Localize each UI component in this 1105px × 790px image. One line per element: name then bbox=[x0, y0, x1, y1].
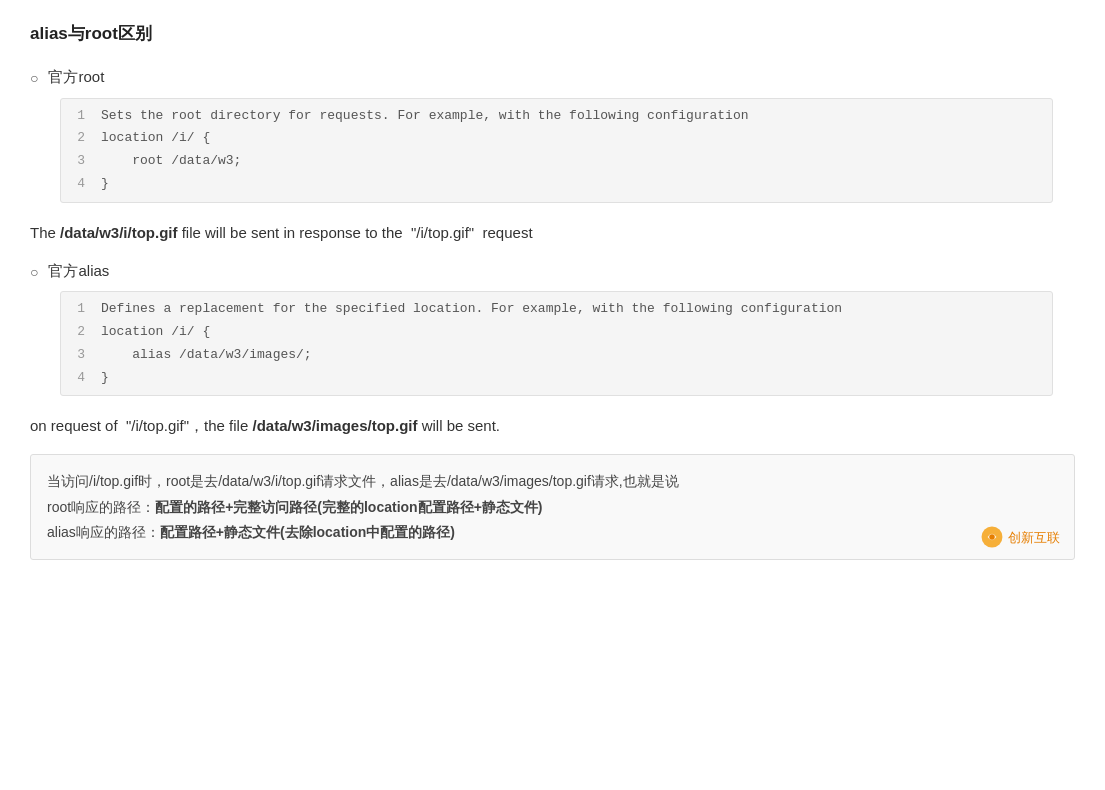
note-line2-bold: 配置的路径+完整访问路径(完整的location配置路径+静态文件) bbox=[155, 499, 542, 515]
alias-line-code-2: location /i/ { bbox=[101, 322, 210, 343]
section-root: ○ 官方root 1 Sets the root directory for r… bbox=[30, 65, 1075, 203]
note-line-1: 当访问/i/top.gif时，root是去/data/w3/i/top.gif请… bbox=[47, 469, 1058, 494]
line-code-4: } bbox=[101, 174, 109, 195]
note-box: 当访问/i/top.gif时，root是去/data/w3/i/top.gif请… bbox=[30, 454, 1075, 560]
watermark-icon bbox=[981, 526, 1003, 548]
alias-label: 官方alias bbox=[48, 259, 109, 283]
line-num-4: 4 bbox=[61, 174, 101, 195]
code-block-alias: 1 Defines a replacement for the specifie… bbox=[60, 291, 1053, 396]
alias-code-line-2: 2 location /i/ { bbox=[61, 321, 1052, 344]
list-item-alias: ○ 官方alias bbox=[30, 259, 1075, 283]
note-line2-prefix: root响应的路径： bbox=[47, 499, 155, 515]
code-line-2: 2 location /i/ { bbox=[61, 127, 1052, 150]
alias-line-num-4: 4 bbox=[61, 368, 101, 389]
bullet-root: ○ bbox=[30, 67, 38, 89]
alias-line-num-1: 1 bbox=[61, 299, 101, 320]
watermark: 创新互联 bbox=[981, 526, 1060, 549]
alias-line-code-3: alias /data/w3/images/; bbox=[101, 345, 312, 366]
line-num-1: 1 bbox=[61, 106, 101, 127]
path-bold-1: /data/w3/i/top.gif bbox=[60, 224, 178, 241]
alias-line-code-1: Defines a replacement for the specified … bbox=[101, 299, 842, 320]
svg-point-1 bbox=[989, 534, 995, 540]
list-item-root: ○ 官方root bbox=[30, 65, 1075, 89]
alias-code-line-3: 3 alias /data/w3/images/; bbox=[61, 344, 1052, 367]
alias-line-num-3: 3 bbox=[61, 345, 101, 366]
path-bold-2: /data/w3/images/top.gif bbox=[252, 417, 417, 434]
line-num-3: 3 bbox=[61, 151, 101, 172]
bullet-alias: ○ bbox=[30, 261, 38, 283]
code-block-root: 1 Sets the root directory for requests. … bbox=[60, 98, 1053, 203]
root-label: 官方root bbox=[48, 65, 104, 89]
note-line3-prefix: alias响应的路径： bbox=[47, 524, 160, 540]
page-title: alias与root区别 bbox=[30, 20, 1075, 47]
note-line-2: root响应的路径：配置的路径+完整访问路径(完整的location配置路径+静… bbox=[47, 495, 1058, 520]
quoted-path-2: "/i/top.gif" bbox=[126, 417, 189, 434]
line-code-2: location /i/ { bbox=[101, 128, 210, 149]
code-line-3: 3 root /data/w3; bbox=[61, 150, 1052, 173]
code-line-4: 4 } bbox=[61, 173, 1052, 196]
section-alias: ○ 官方alias 1 Defines a replacement for th… bbox=[30, 259, 1075, 397]
alias-code-line-1: 1 Defines a replacement for the specifie… bbox=[61, 298, 1052, 321]
alias-line-code-4: } bbox=[101, 368, 109, 389]
note-line-3: alias响应的路径：配置路径+静态文件(去除location中配置的路径) bbox=[47, 520, 1058, 545]
line-code-1: Sets the root directory for requests. Fo… bbox=[101, 106, 749, 127]
alias-code-line-4: 4 } bbox=[61, 367, 1052, 390]
quoted-path-1: "/i/top.gif" bbox=[411, 224, 474, 241]
code-line-1: 1 Sets the root directory for requests. … bbox=[61, 105, 1052, 128]
alias-line-num-2: 2 bbox=[61, 322, 101, 343]
prose-line-1: The /data/w3/i/top.gif file will be sent… bbox=[30, 221, 1075, 245]
line-code-3: root /data/w3; bbox=[101, 151, 241, 172]
prose-line-2: on request of "/i/top.gif"，the file /dat… bbox=[30, 414, 1075, 438]
note-line3-bold: 配置路径+静态文件(去除location中配置的路径) bbox=[160, 524, 455, 540]
watermark-text: 创新互联 bbox=[1008, 526, 1060, 549]
line-num-2: 2 bbox=[61, 128, 101, 149]
